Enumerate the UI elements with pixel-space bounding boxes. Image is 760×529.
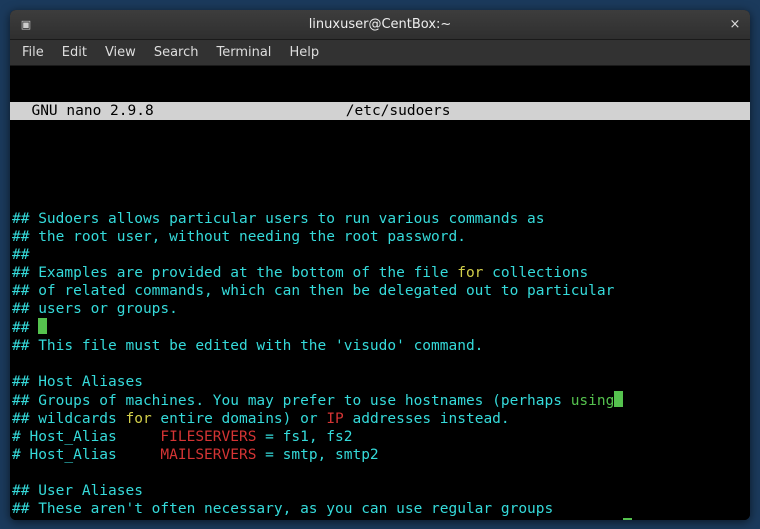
menu-edit[interactable]: Edit — [62, 45, 87, 60]
menu-terminal[interactable]: Terminal — [216, 45, 271, 60]
menubar: File Edit View Search Terminal Help — [10, 40, 750, 66]
menu-search[interactable]: Search — [154, 45, 199, 60]
app-icon: ▣ — [18, 16, 34, 32]
editor-header: GNU nano 2.9.8 /etc/sudoers — [10, 102, 750, 120]
editor-gap — [10, 156, 750, 174]
menu-file[interactable]: File — [22, 45, 44, 60]
window-title: linuxuser@CentBox:~ — [309, 17, 452, 32]
close-button[interactable]: × — [726, 15, 744, 33]
menu-view[interactable]: View — [105, 45, 136, 60]
terminal-viewport[interactable]: GNU nano 2.9.8 /etc/sudoers ## Sudoers a… — [10, 66, 750, 520]
file-content: ## Sudoers allows particular users to ru… — [10, 210, 750, 520]
terminal-window: ▣ linuxuser@CentBox:~ × File Edit View S… — [10, 10, 750, 520]
menu-help[interactable]: Help — [289, 45, 319, 60]
titlebar: ▣ linuxuser@CentBox:~ × — [10, 10, 750, 40]
